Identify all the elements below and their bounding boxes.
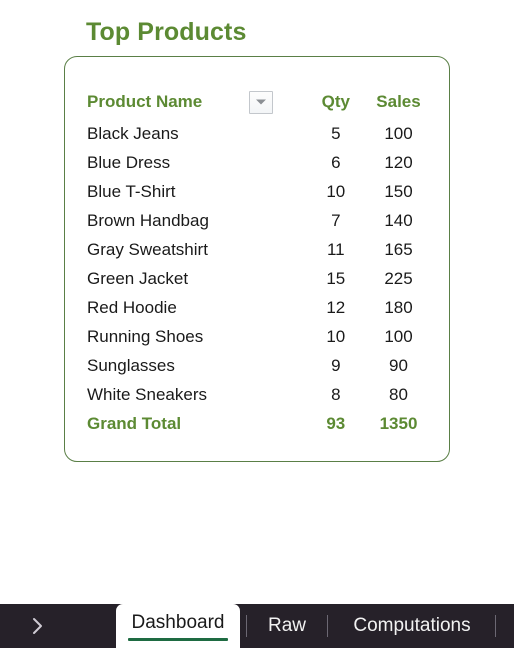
tab-separator — [495, 615, 496, 637]
worksheet-canvas: Top Products Product Name Qty Sales Blac… — [0, 0, 514, 600]
cell-product-name: Green Jacket — [87, 268, 189, 288]
cell-spacer — [245, 264, 305, 293]
cell-qty: 10 — [326, 326, 346, 346]
column-header-sales[interactable]: Sales — [366, 85, 431, 119]
cell-spacer — [245, 380, 305, 409]
sheet-tab-computations[interactable]: Computations — [333, 604, 491, 648]
cell-spacer — [245, 206, 305, 235]
cell-qty: 5 — [331, 123, 341, 143]
cell-product-name: Black Jeans — [87, 123, 179, 143]
cell-sales: 150 — [384, 181, 413, 201]
sheet-tab-label: Computations — [353, 615, 471, 636]
cell-product-name: Running Shoes — [87, 326, 204, 346]
cell-sales: 120 — [384, 152, 413, 172]
cell-qty: 9 — [331, 355, 341, 375]
chevron-right-glyph — [33, 618, 42, 634]
cell-product-name: Blue T-Shirt — [87, 181, 176, 201]
cell-spacer — [245, 119, 305, 148]
cell-spacer — [245, 409, 305, 438]
table-row[interactable]: Gray Sweatshirt 11 165 — [87, 235, 431, 264]
cell-grand-total-qty: 93 — [326, 413, 346, 433]
cell-qty: 12 — [326, 297, 346, 317]
table-row[interactable]: Sunglasses 9 90 — [87, 351, 431, 380]
cell-product-name: Red Hoodie — [87, 297, 177, 317]
table-row[interactable]: Blue Dress 6 120 — [87, 148, 431, 177]
cell-sales: 225 — [384, 268, 413, 288]
cell-qty: 8 — [331, 384, 341, 404]
cell-qty: 11 — [326, 239, 345, 259]
sheet-tab-label: Raw — [267, 615, 306, 636]
cell-sales: 80 — [389, 384, 408, 404]
grand-total-row: Grand Total 93 1350 — [87, 409, 431, 438]
cell-spacer — [245, 148, 305, 177]
cell-grand-total-sales: 1350 — [379, 413, 418, 433]
cell-spacer — [245, 293, 305, 322]
pivot-table-card: Product Name Qty Sales Black Jeans 5 100… — [64, 56, 450, 462]
cell-sales: 165 — [384, 239, 413, 259]
chevron-right-icon[interactable] — [16, 604, 60, 648]
active-tab-underline — [128, 638, 228, 641]
sheet-tab-raw[interactable]: Raw — [252, 604, 322, 648]
tab-separator — [327, 615, 328, 637]
cell-grand-total-label: Grand Total — [87, 413, 182, 433]
cell-qty: 7 — [331, 210, 341, 230]
tab-separator — [246, 615, 247, 637]
cell-product-name: Sunglasses — [87, 355, 175, 375]
cell-qty: 6 — [331, 152, 341, 172]
column-header-product-name[interactable]: Product Name — [87, 85, 245, 119]
column-header-qty[interactable]: Qty — [306, 85, 366, 119]
table-row[interactable]: Green Jacket 15 225 — [87, 264, 431, 293]
cell-product-name: Gray Sweatshirt — [87, 239, 208, 259]
page-title: Top Products — [86, 18, 247, 46]
cell-sales: 90 — [389, 355, 408, 375]
table-row[interactable]: White Sneakers 8 80 — [87, 380, 431, 409]
sheet-tab-label: Dashboard — [131, 612, 225, 633]
table-row[interactable]: Running Shoes 10 100 — [87, 322, 431, 351]
cell-product-name: White Sneakers — [87, 384, 207, 404]
table-row[interactable]: Red Hoodie 12 180 — [87, 293, 431, 322]
cell-product-name: Brown Handbag — [87, 210, 209, 230]
table-row[interactable]: Blue T-Shirt 10 150 — [87, 177, 431, 206]
triangle-glyph — [256, 99, 267, 105]
cell-qty: 15 — [326, 268, 346, 288]
chevron-down-icon[interactable] — [249, 90, 274, 114]
cell-spacer — [245, 351, 305, 380]
sheet-tab-dashboard[interactable]: Dashboard — [116, 604, 240, 648]
cell-qty: 10 — [326, 181, 346, 201]
cell-sales: 100 — [384, 123, 413, 143]
cell-sales: 180 — [384, 297, 413, 317]
sheet-tab-bar: Dashboard Raw Computations — [0, 604, 514, 648]
cell-spacer — [245, 177, 305, 206]
pivot-table: Product Name Qty Sales Black Jeans 5 100… — [87, 85, 431, 438]
filter-cell — [245, 85, 305, 119]
cell-product-name: Blue Dress — [87, 152, 171, 172]
table-row[interactable]: Black Jeans 5 100 — [87, 119, 431, 148]
table-row[interactable]: Brown Handbag 7 140 — [87, 206, 431, 235]
cell-sales: 140 — [384, 210, 413, 230]
cell-sales: 100 — [384, 326, 413, 346]
table-header-row: Product Name Qty Sales — [87, 85, 431, 119]
cell-spacer — [245, 235, 305, 264]
cell-spacer — [245, 322, 305, 351]
